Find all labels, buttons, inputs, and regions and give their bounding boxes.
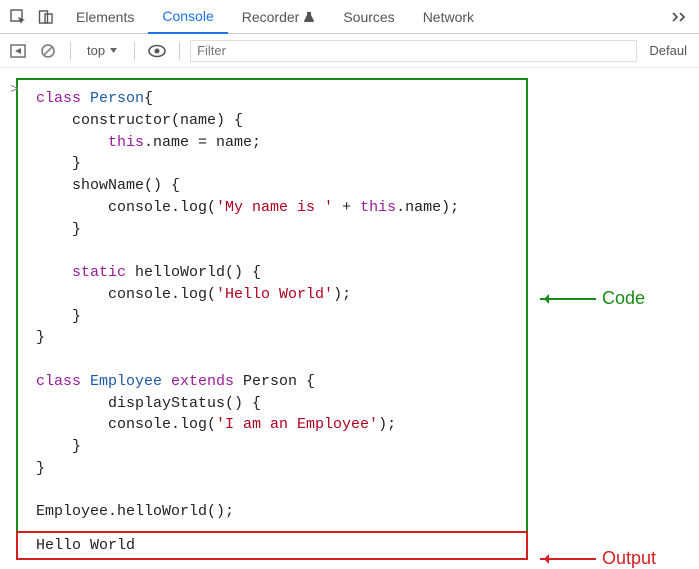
devtools-tabbar: Elements Console Recorder Sources Networ… bbox=[0, 0, 699, 34]
log-levels[interactable]: Defaul bbox=[643, 43, 693, 58]
tab-recorder[interactable]: Recorder bbox=[228, 0, 330, 34]
inspect-icon[interactable] bbox=[6, 5, 30, 29]
chevron-down-icon bbox=[109, 46, 118, 55]
tab-sources[interactable]: Sources bbox=[329, 0, 408, 34]
tab-network[interactable]: Network bbox=[409, 0, 488, 34]
console-output-line: Hello World bbox=[16, 531, 528, 560]
context-selector[interactable]: top bbox=[81, 43, 124, 58]
annotation-code-label: Code bbox=[602, 288, 645, 309]
context-label: top bbox=[87, 43, 105, 58]
live-expression-icon[interactable] bbox=[145, 39, 169, 63]
annotation-code: Code bbox=[540, 288, 645, 309]
sidebar-toggle-icon[interactable] bbox=[6, 39, 30, 63]
clear-console-icon[interactable] bbox=[36, 39, 60, 63]
divider bbox=[179, 42, 180, 60]
device-toolbar-icon[interactable] bbox=[34, 5, 58, 29]
divider bbox=[134, 42, 135, 60]
arrow-left-icon bbox=[540, 298, 596, 300]
divider bbox=[70, 42, 71, 60]
flask-icon bbox=[303, 11, 315, 23]
tab-recorder-label: Recorder bbox=[242, 9, 300, 25]
tabs-overflow-icon[interactable] bbox=[665, 11, 693, 23]
input-prompt-icon: > bbox=[10, 82, 18, 98]
tab-console[interactable]: Console bbox=[148, 0, 227, 34]
tab-elements[interactable]: Elements bbox=[62, 0, 148, 34]
arrow-left-icon bbox=[540, 558, 596, 560]
console-body: > class Person{ constructor(name) { this… bbox=[0, 68, 699, 568]
console-toolbar: top Defaul bbox=[0, 34, 699, 68]
filter-input[interactable] bbox=[190, 40, 637, 62]
code-input-block[interactable]: class Person{ constructor(name) { this.n… bbox=[16, 78, 528, 533]
